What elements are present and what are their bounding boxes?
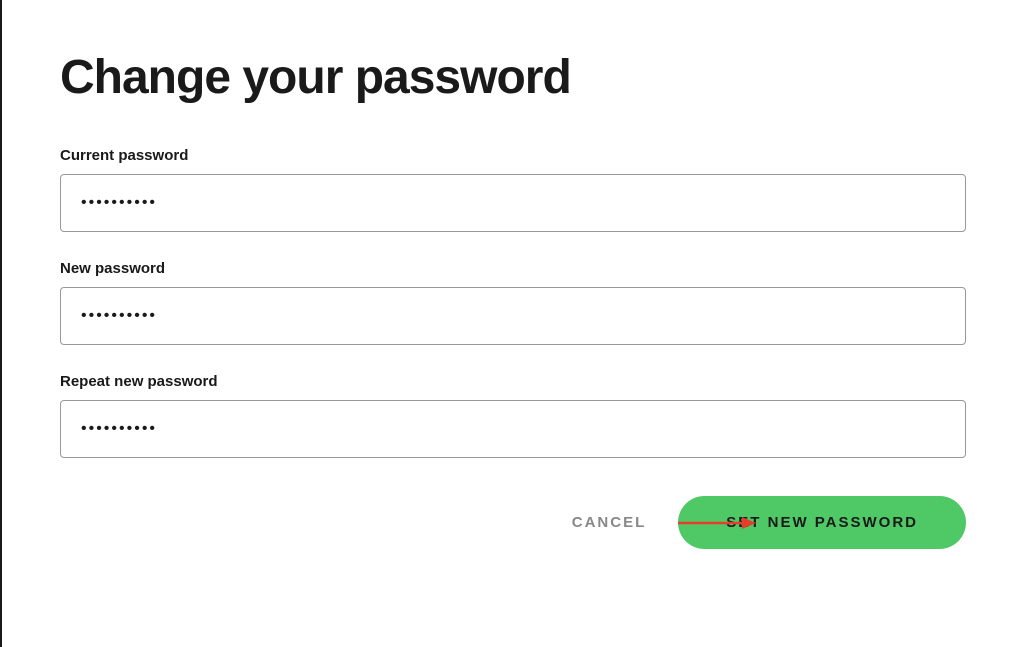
button-row: CANCEL SET NEW PASSWORD — [60, 496, 966, 549]
current-password-input[interactable] — [60, 174, 966, 232]
current-password-label: Current password — [60, 147, 966, 164]
cancel-button[interactable]: CANCEL — [560, 498, 659, 547]
new-password-group: New password — [60, 260, 966, 345]
repeat-password-input[interactable] — [60, 400, 966, 458]
repeat-password-group: Repeat new password — [60, 373, 966, 458]
page-title: Change your password — [60, 50, 966, 105]
new-password-label: New password — [60, 260, 966, 277]
repeat-password-label: Repeat new password — [60, 373, 966, 390]
current-password-group: Current password — [60, 147, 966, 232]
change-password-form: Change your password Current password Ne… — [2, 0, 1024, 549]
set-new-password-button[interactable]: SET NEW PASSWORD — [678, 496, 966, 549]
new-password-input[interactable] — [60, 287, 966, 345]
